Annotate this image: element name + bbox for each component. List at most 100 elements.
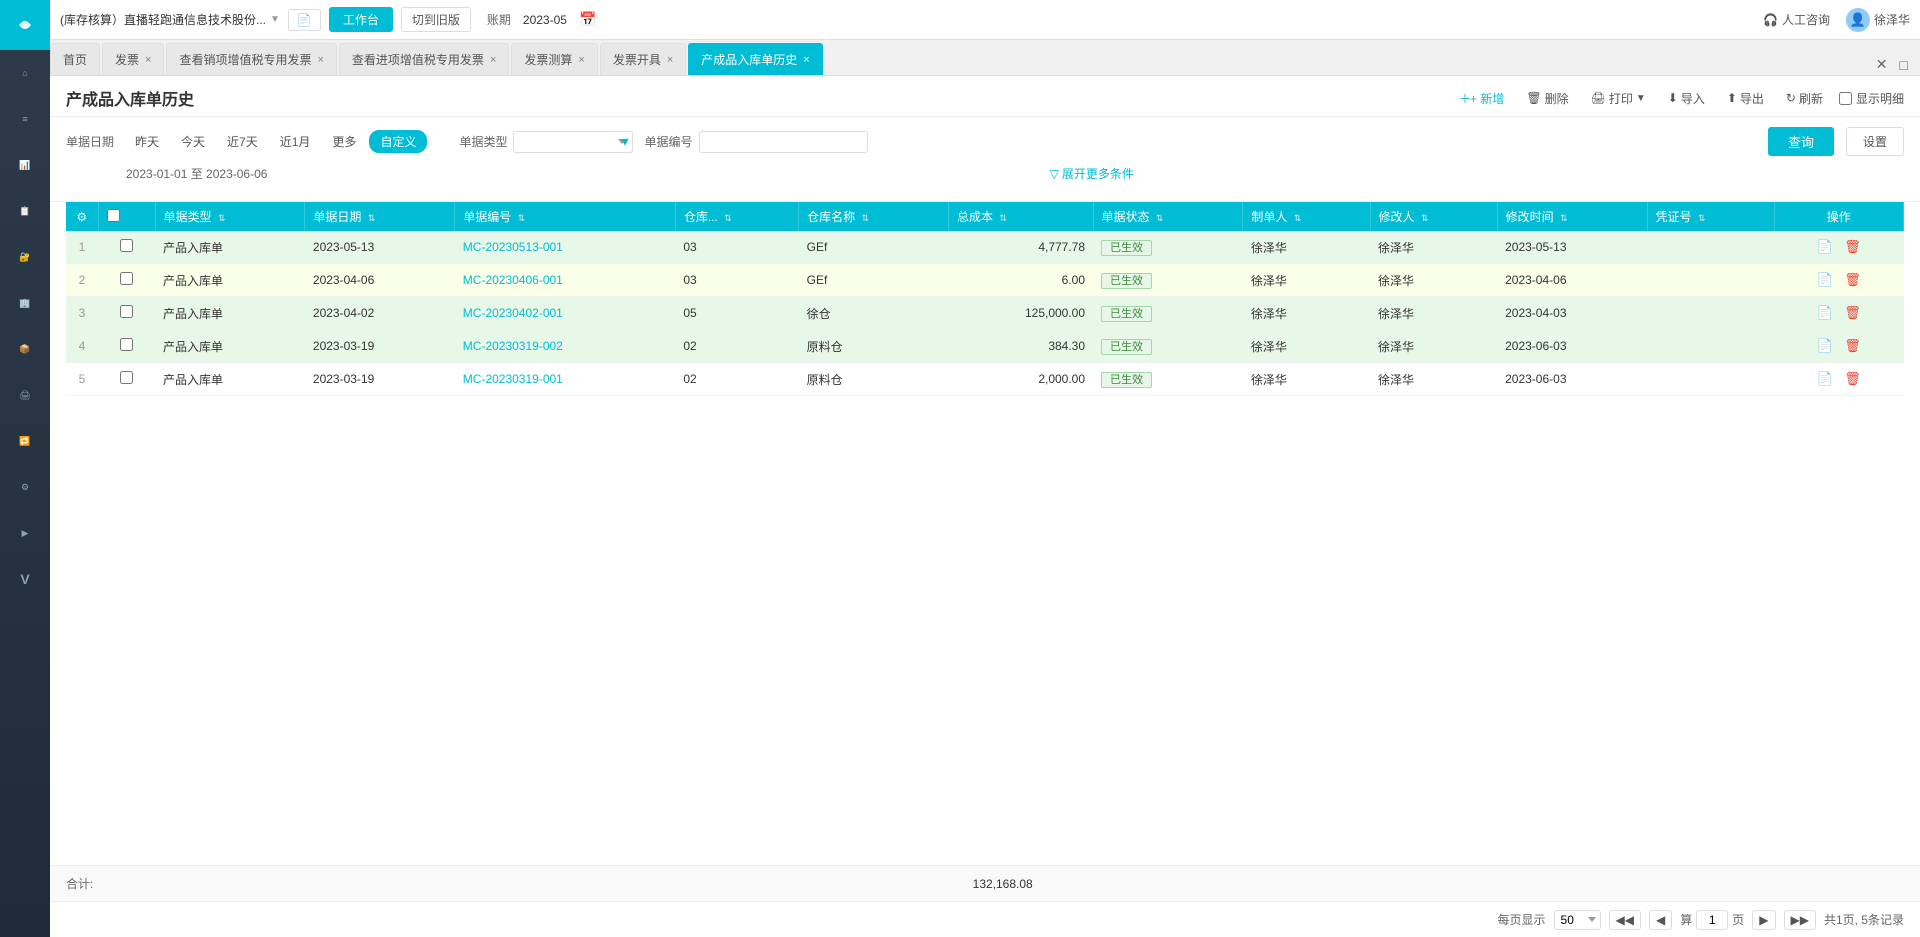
last1month-btn[interactable]: 近1月 (271, 130, 320, 153)
row-number-link[interactable]: MC-20230402-001 (463, 306, 563, 320)
sidebar-item-security[interactable]: 🔐 (0, 234, 50, 280)
row-number-link[interactable]: MC-20230319-001 (463, 372, 563, 386)
row-delete-button[interactable]: 🗑 (1840, 336, 1865, 356)
maximize-button[interactable]: □ (1896, 55, 1912, 75)
print-button[interactable]: 🖨 打印 ▼ (1585, 87, 1652, 110)
user-menu[interactable]: 👤 徐泽华 (1846, 8, 1910, 32)
sidebar-item-home[interactable]: ⌂ (0, 50, 50, 96)
import-button[interactable]: ⬇ 导入 (1662, 87, 1711, 110)
tab-calculation[interactable]: 发票测算 × (511, 43, 597, 75)
tab-sales-invoice[interactable]: 查看销项增值税专用发票 × (166, 43, 336, 75)
row-delete-button[interactable]: 🗑 (1840, 270, 1865, 290)
sidebar-item-settings[interactable]: ⚙ (0, 464, 50, 510)
sidebar-item-version[interactable]: V (0, 556, 50, 602)
th-type[interactable]: 单据类型 ⇅ (155, 202, 305, 231)
th-warehouse-name[interactable]: 仓库名称 ⇅ (799, 202, 949, 231)
row-checkbox[interactable] (98, 264, 155, 297)
query-button[interactable]: 查询 (1768, 127, 1834, 156)
row-select-checkbox[interactable] (120, 371, 133, 384)
sidebar-item-analytics[interactable]: 📊 (0, 142, 50, 188)
settings-filter-button[interactable]: 设置 (1846, 127, 1904, 156)
row-number[interactable]: MC-20230513-001 (455, 231, 676, 264)
copy-button[interactable]: 📄 (288, 9, 321, 31)
row-delete-button[interactable]: 🗑 (1840, 369, 1865, 389)
more-btn[interactable]: 更多 (323, 130, 365, 153)
number-filter-input[interactable] (699, 131, 868, 153)
sidebar-item-play[interactable]: ▶ (0, 510, 50, 556)
row-number-link[interactable]: MC-20230406-001 (463, 273, 563, 287)
row-checkbox[interactable] (98, 330, 155, 363)
show-detail-checkbox-group[interactable]: 显示明细 (1839, 90, 1904, 107)
row-number[interactable]: MC-20230319-002 (455, 330, 676, 363)
row-delete-button[interactable]: 🗑 (1840, 303, 1865, 323)
sidebar-item-sync[interactable]: 🔁 (0, 418, 50, 464)
tab-invoice[interactable]: 发票 × (102, 43, 164, 75)
tab-history[interactable]: 产成品入库单历史 × (688, 43, 822, 75)
show-detail-checkbox[interactable] (1839, 92, 1852, 105)
sidebar-item-inventory[interactable]: 📦 (0, 326, 50, 372)
tab-calc-close[interactable]: × (578, 54, 584, 66)
sidebar-item-warehouse[interactable]: 🏢 (0, 280, 50, 326)
th-status[interactable]: 单据状态 ⇅ (1093, 202, 1243, 231)
th-modify-time[interactable]: 修改时间 ⇅ (1497, 202, 1647, 231)
page-number-input[interactable] (1696, 910, 1728, 930)
refresh-button[interactable]: ↻ 刷新 (1780, 87, 1829, 110)
calendar-icon[interactable]: 📅 (579, 11, 596, 28)
row-checkbox[interactable] (98, 363, 155, 396)
prev-page-button[interactable]: ◀ (1649, 910, 1672, 930)
tab-purchase-close[interactable]: × (490, 54, 496, 66)
yesterday-btn[interactable]: 昨天 (126, 130, 168, 153)
type-filter-select[interactable] (513, 131, 633, 153)
per-page-select[interactable]: 50 20 100 (1554, 910, 1601, 930)
new-button[interactable]: ＋ + 新增 (1453, 87, 1510, 110)
th-voucher[interactable]: 凭证号 ⇅ (1647, 202, 1774, 231)
row-view-button[interactable]: 📄 (1813, 237, 1837, 257)
th-date[interactable]: 单据日期 ⇅ (305, 202, 455, 231)
tab-history-close[interactable]: × (803, 54, 809, 66)
th-creator[interactable]: 制单人 ⇅ (1243, 202, 1370, 231)
th-modifier[interactable]: 修改人 ⇅ (1370, 202, 1497, 231)
tab-purchase-invoice[interactable]: 查看进项增值税专用发票 × (339, 43, 509, 75)
service-button[interactable]: 🎧 人工咨询 (1763, 11, 1830, 28)
tab-sales-close[interactable]: × (317, 54, 323, 66)
row-select-checkbox[interactable] (120, 239, 133, 252)
close-all-tabs-button[interactable]: ✕ (1872, 54, 1892, 75)
row-view-button[interactable]: 📄 (1813, 336, 1837, 356)
sidebar-item-print[interactable]: 🖨 (0, 372, 50, 418)
tab-issue-close[interactable]: × (667, 54, 673, 66)
row-number[interactable]: MC-20230319-001 (455, 363, 676, 396)
last-page-button[interactable]: ▶▶ (1784, 910, 1816, 930)
row-select-checkbox[interactable] (120, 272, 133, 285)
row-select-checkbox[interactable] (120, 338, 133, 351)
row-number[interactable]: MC-20230406-001 (455, 264, 676, 297)
next-page-button[interactable]: ▶ (1752, 910, 1775, 930)
tab-invoice-close[interactable]: × (145, 54, 151, 66)
row-number[interactable]: MC-20230402-001 (455, 297, 676, 330)
row-number-link[interactable]: MC-20230513-001 (463, 240, 563, 254)
workspace-button[interactable]: 工作台 (329, 7, 393, 32)
expand-conditions-button[interactable]: ▽ 展开更多条件 (1040, 162, 1144, 185)
sidebar-item-ledger[interactable]: 📋 (0, 188, 50, 234)
th-warehouse-code[interactable]: 仓库... ⇅ (675, 202, 798, 231)
company-name[interactable]: (库存核算）直播轻跑通信息技术股份... ▼ (60, 11, 280, 28)
sidebar-item-menu[interactable]: ≡ (0, 96, 50, 142)
delete-button[interactable]: 🗑 删除 (1520, 87, 1574, 110)
th-settings[interactable]: ⚙ (66, 202, 98, 231)
row-number-link[interactable]: MC-20230319-002 (463, 339, 563, 353)
tab-issue[interactable]: 发票开具 × (600, 43, 686, 75)
today-btn[interactable]: 今天 (172, 130, 214, 153)
last7days-btn[interactable]: 近7天 (218, 130, 267, 153)
first-page-button[interactable]: ◀◀ (1609, 910, 1641, 930)
row-checkbox[interactable] (98, 231, 155, 264)
sidebar-logo[interactable] (0, 0, 50, 50)
th-checkbox[interactable] (98, 202, 155, 231)
export-button[interactable]: ⬆ 导出 (1721, 87, 1770, 110)
row-select-checkbox[interactable] (120, 305, 133, 318)
th-total-cost[interactable]: 总成本 ⇅ (949, 202, 1094, 231)
row-view-button[interactable]: 📄 (1813, 270, 1837, 290)
select-all-checkbox[interactable] (107, 209, 120, 222)
th-number[interactable]: 单据编号 ⇅ (455, 202, 676, 231)
tab-home[interactable]: 首页 (50, 43, 100, 75)
row-view-button[interactable]: 📄 (1813, 369, 1837, 389)
row-delete-button[interactable]: 🗑 (1840, 237, 1865, 257)
